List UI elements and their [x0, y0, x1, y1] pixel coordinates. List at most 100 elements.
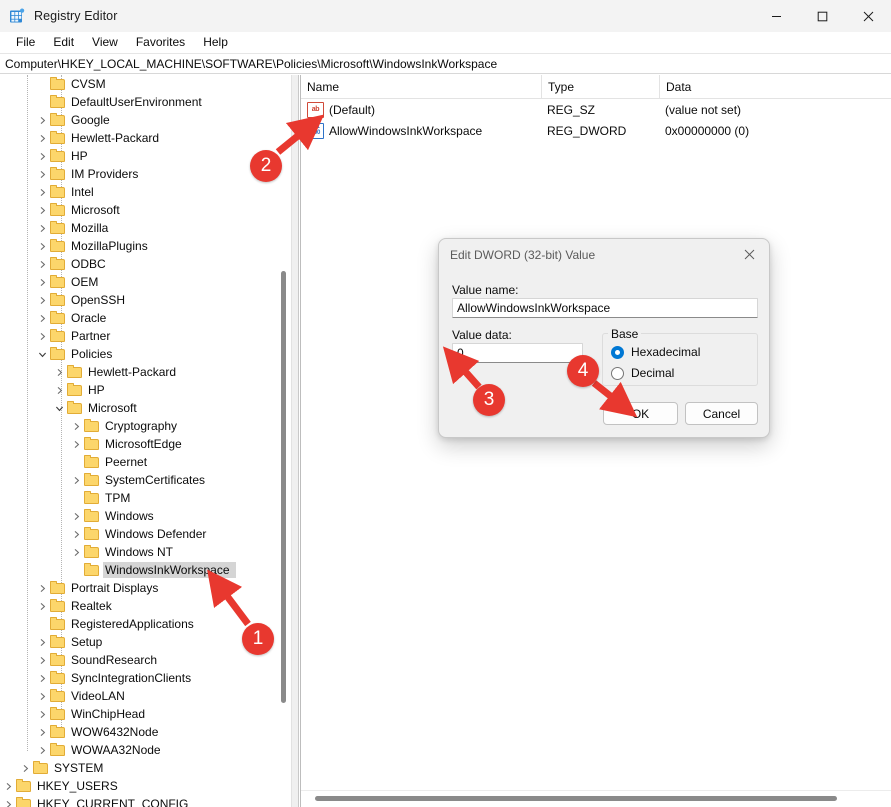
tree-item-hewlett-packard[interactable]: Hewlett-Packard	[0, 129, 291, 147]
tree-item-openssh[interactable]: OpenSSH	[0, 291, 291, 309]
tree-item-partner[interactable]: Partner	[0, 327, 291, 345]
chevron-right-icon[interactable]	[51, 381, 67, 399]
menu-item-help[interactable]: Help	[194, 33, 237, 52]
chevron-right-icon[interactable]	[68, 525, 84, 543]
tree-item-soundresearch[interactable]: SoundResearch	[0, 651, 291, 669]
tree-item-tpm[interactable]: TPM	[0, 489, 291, 507]
tree-item-wow6432node[interactable]: WOW6432Node	[0, 723, 291, 741]
chevron-right-icon[interactable]	[34, 201, 50, 219]
tree-item-defaultuserenvironment[interactable]: DefaultUserEnvironment	[0, 93, 291, 111]
chevron-down-icon[interactable]	[34, 345, 50, 363]
chevron-right-icon[interactable]	[68, 543, 84, 561]
chevron-right-icon[interactable]	[34, 579, 50, 597]
tree-item-odbc[interactable]: ODBC	[0, 255, 291, 273]
tree-item-cvsm[interactable]: CVSM	[0, 75, 291, 93]
chevron-right-icon[interactable]	[34, 147, 50, 165]
tree-item-microsoftedge[interactable]: MicrosoftEdge	[0, 435, 291, 453]
chevron-right-icon[interactable]	[34, 651, 50, 669]
chevron-right-icon[interactable]	[34, 327, 50, 345]
tree-item-policies[interactable]: Policies	[0, 345, 291, 363]
tree-item-system[interactable]: SYSTEM	[0, 759, 291, 777]
tree-item-windows-nt[interactable]: Windows NT	[0, 543, 291, 561]
tree-item-oracle[interactable]: Oracle	[0, 309, 291, 327]
value-name-input[interactable]: AllowWindowsInkWorkspace	[452, 298, 758, 318]
chevron-right-icon[interactable]	[34, 273, 50, 291]
tree-item-hewlett-packard[interactable]: Hewlett-Packard	[0, 363, 291, 381]
chevron-right-icon[interactable]	[68, 417, 84, 435]
chevron-right-icon[interactable]	[34, 741, 50, 759]
values-horizontal-scrollbar[interactable]	[301, 790, 891, 807]
ok-button[interactable]: OK	[603, 402, 678, 425]
chevron-down-icon[interactable]	[51, 399, 67, 417]
close-button[interactable]	[845, 0, 891, 32]
chevron-right-icon[interactable]	[51, 363, 67, 381]
chevron-right-icon[interactable]	[34, 291, 50, 309]
chevron-right-icon[interactable]	[34, 597, 50, 615]
values-row[interactable]: ab(Default)REG_SZ(value not set)	[301, 99, 891, 120]
tree-item-im-providers[interactable]: IM Providers	[0, 165, 291, 183]
tree-item-windows-defender[interactable]: Windows Defender	[0, 525, 291, 543]
maximize-button[interactable]	[799, 0, 845, 32]
tree-item-google[interactable]: Google	[0, 111, 291, 129]
tree-item-winchiphead[interactable]: WinChipHead	[0, 705, 291, 723]
chevron-right-icon[interactable]	[68, 435, 84, 453]
tree-item-syncintegrationclients[interactable]: SyncIntegrationClients	[0, 669, 291, 687]
tree-item-mozillaplugins[interactable]: MozillaPlugins	[0, 237, 291, 255]
tree-item-windows[interactable]: Windows	[0, 507, 291, 525]
tree-item-videolan[interactable]: VideoLAN	[0, 687, 291, 705]
menu-item-edit[interactable]: Edit	[44, 33, 83, 52]
chevron-right-icon[interactable]	[17, 759, 33, 777]
column-header-type[interactable]: Type	[541, 75, 659, 98]
chevron-right-icon[interactable]	[34, 165, 50, 183]
chevron-right-icon[interactable]	[34, 687, 50, 705]
tree-item-portrait-displays[interactable]: Portrait Displays	[0, 579, 291, 597]
chevron-right-icon[interactable]	[34, 129, 50, 147]
cancel-button[interactable]: Cancel	[685, 402, 758, 425]
minimize-button[interactable]	[753, 0, 799, 32]
tree-item-hkey-users[interactable]: HKEY_USERS	[0, 777, 291, 795]
chevron-right-icon[interactable]	[34, 255, 50, 273]
menu-item-view[interactable]: View	[83, 33, 127, 52]
chevron-right-icon[interactable]	[0, 777, 16, 795]
menu-item-file[interactable]: File	[7, 33, 44, 52]
tree-item-cryptography[interactable]: Cryptography	[0, 417, 291, 435]
column-header-data[interactable]: Data	[659, 75, 878, 98]
chevron-right-icon[interactable]	[34, 705, 50, 723]
values-scrollbar-thumb[interactable]	[315, 796, 837, 801]
values-row[interactable]: 011100AllowWindowsInkWorkspaceREG_DWORD0…	[301, 120, 891, 141]
chevron-right-icon[interactable]	[34, 633, 50, 651]
chevron-right-icon[interactable]	[34, 219, 50, 237]
pane-splitter[interactable]	[291, 75, 299, 807]
value-data-input[interactable]: 0	[452, 343, 583, 363]
tree-item-wowaa32node[interactable]: WOWAA32Node	[0, 741, 291, 759]
tree-item-realtek[interactable]: Realtek	[0, 597, 291, 615]
chevron-right-icon[interactable]	[34, 183, 50, 201]
base-option-decimal[interactable]: Decimal	[611, 366, 674, 380]
chevron-right-icon[interactable]	[34, 309, 50, 327]
column-header-name[interactable]: Name	[301, 75, 541, 98]
tree-item-microsoft[interactable]: Microsoft	[0, 201, 291, 219]
dialog-close-icon[interactable]	[729, 239, 769, 269]
tree-item-intel[interactable]: Intel	[0, 183, 291, 201]
tree-item-hp[interactable]: HP	[0, 147, 291, 165]
tree-item-oem[interactable]: OEM	[0, 273, 291, 291]
tree-vertical-scrollbar[interactable]	[277, 75, 291, 807]
tree-item-hkey-current-config[interactable]: HKEY_CURRENT_CONFIG	[0, 795, 291, 807]
base-option-hexadecimal[interactable]: Hexadecimal	[611, 345, 700, 359]
chevron-right-icon[interactable]	[34, 111, 50, 129]
tree-item-microsoft[interactable]: Microsoft	[0, 399, 291, 417]
chevron-right-icon[interactable]	[68, 471, 84, 489]
tree-item-hp[interactable]: HP	[0, 381, 291, 399]
tree-item-systemcertificates[interactable]: SystemCertificates	[0, 471, 291, 489]
tree-item-windowsinkworkspace[interactable]: WindowsInkWorkspace	[0, 561, 291, 579]
tree-item-peernet[interactable]: Peernet	[0, 453, 291, 471]
tree-item-mozilla[interactable]: Mozilla	[0, 219, 291, 237]
chevron-right-icon[interactable]	[34, 669, 50, 687]
chevron-right-icon[interactable]	[68, 507, 84, 525]
address-bar[interactable]: Computer\HKEY_LOCAL_MACHINE\SOFTWARE\Pol…	[0, 53, 891, 74]
chevron-right-icon[interactable]	[34, 237, 50, 255]
chevron-right-icon[interactable]	[34, 723, 50, 741]
tree-scrollbar-thumb[interactable]	[281, 271, 286, 703]
chevron-right-icon[interactable]	[0, 795, 16, 807]
menu-item-favorites[interactable]: Favorites	[127, 33, 194, 52]
